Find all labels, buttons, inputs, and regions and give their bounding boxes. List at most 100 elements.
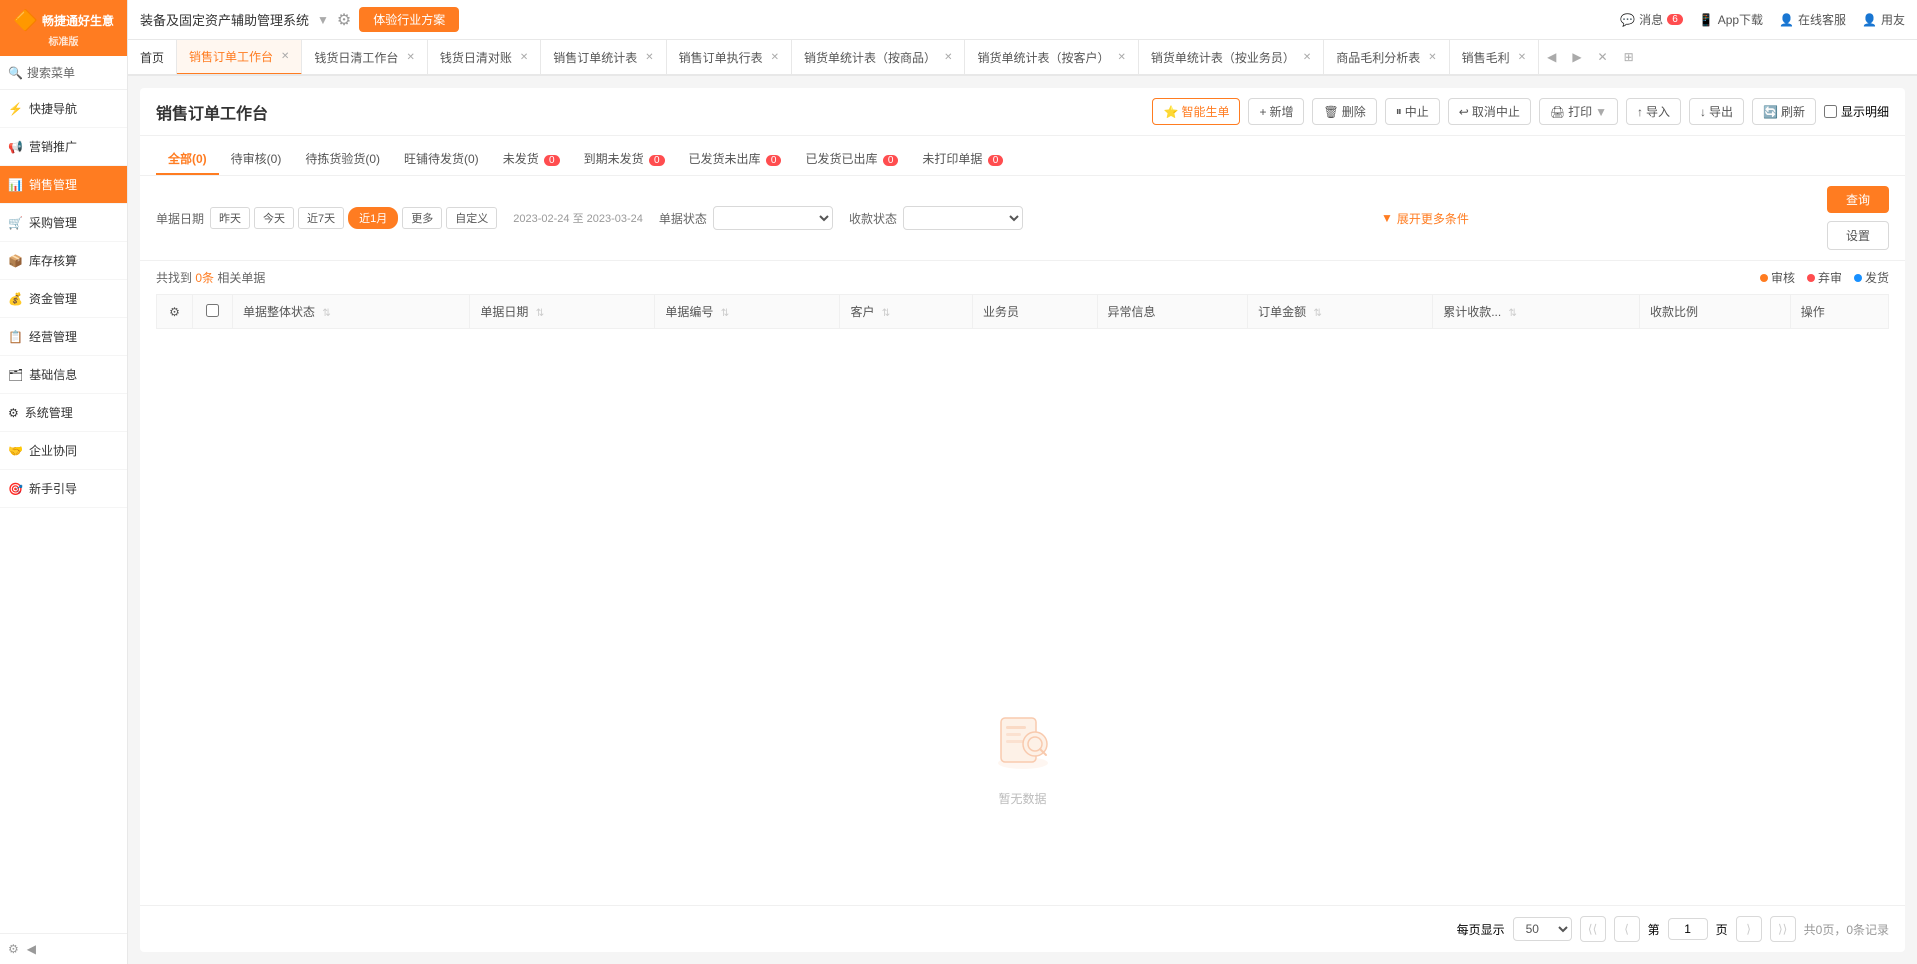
date-btn-today[interactable]: 今天 xyxy=(254,207,294,229)
batch-cancel-btn[interactable]: 弃审 xyxy=(1807,269,1842,286)
tab-sales-stat-staff-close[interactable]: ✕ xyxy=(1303,52,1311,63)
page-last-btn[interactable]: ⟩⟩ xyxy=(1770,916,1796,942)
tab-cash-daily-close[interactable]: ✕ xyxy=(406,52,414,63)
tab-sales-stat-staff[interactable]: 销货单统计表（按业务员） ✕ xyxy=(1139,40,1324,75)
tab-sales-stat-customer[interactable]: 销货单统计表（按客户） ✕ xyxy=(965,40,1138,75)
sort-date-icon[interactable]: ⇅ xyxy=(536,308,544,319)
th-settings[interactable]: ⚙ xyxy=(157,295,193,329)
online-service-action[interactable]: 👤 在线客服 xyxy=(1779,11,1846,28)
topbar-gear-icon[interactable]: ⚙ xyxy=(337,10,351,30)
cancel-pause-button[interactable]: ↩ 取消中止 xyxy=(1448,98,1531,125)
date-btn-more[interactable]: 更多 xyxy=(402,207,442,229)
subtab-pending-check[interactable]: 待拣货验货(0) xyxy=(293,144,392,175)
tab-sales-gross-close[interactable]: ✕ xyxy=(1518,52,1526,63)
show-detail-checkbox[interactable] xyxy=(1824,105,1837,118)
date-btn-custom[interactable]: 自定义 xyxy=(446,207,497,229)
sidebar-item-inventory[interactable]: 📦 库存核算 xyxy=(0,242,127,280)
export-button[interactable]: ↓ 导出 xyxy=(1689,98,1744,125)
tab-sales-stat-customer-close[interactable]: ✕ xyxy=(1117,52,1125,63)
tab-sales-stat-product[interactable]: 销货单统计表（按商品） ✕ xyxy=(792,40,965,75)
orders-table: ⚙ 单据整体状态 ⇅ 单据日期 ⇅ xyxy=(156,294,1889,329)
tab-cash-daily[interactable]: 钱货日清工作台 ✕ xyxy=(302,40,427,75)
date-btn-yesterday[interactable]: 昨天 xyxy=(210,207,250,229)
subtab-expired-not-shipped[interactable]: 到期未发货 0 xyxy=(572,144,677,175)
pause-button[interactable]: ⏸ 中止 xyxy=(1385,98,1440,125)
th-checkbox[interactable] xyxy=(193,295,233,329)
sidebar-item-system[interactable]: ⚙ 系统管理 xyxy=(0,394,127,432)
sort-number-icon[interactable]: ⇅ xyxy=(721,308,729,319)
subtab-pending-review[interactable]: 待审核(0) xyxy=(219,144,294,175)
topbar-dropdown-icon[interactable]: ▼ xyxy=(317,13,329,27)
tab-sales-workbench-close[interactable]: ✕ xyxy=(281,51,289,62)
tab-sales-stat-close[interactable]: ✕ xyxy=(645,52,653,63)
tab-sales-exec[interactable]: 销售订单执行表 ✕ xyxy=(667,40,792,75)
refresh-icon: 🔄 xyxy=(1763,105,1778,119)
page-prev-btn[interactable]: ⟨ xyxy=(1614,916,1640,942)
tab-prev-btn[interactable]: ◀ xyxy=(1539,40,1564,75)
tab-home[interactable]: 首页 xyxy=(128,40,177,75)
refresh-button[interactable]: 🔄 刷新 xyxy=(1752,98,1816,125)
sidebar-item-quick-nav[interactable]: ⚡ 快捷导航 xyxy=(0,90,127,128)
search-menu[interactable]: 🔍 搜索菜单 xyxy=(0,56,127,90)
sidebar-item-enterprise[interactable]: 🤝 企业协同 xyxy=(0,432,127,470)
subtab-shipped-not-warehoused[interactable]: 已发货未出库 0 xyxy=(677,144,794,175)
delete-button[interactable]: 🗑 删除 xyxy=(1312,98,1376,125)
user-action[interactable]: 👤 用友 xyxy=(1862,11,1905,28)
print-button[interactable]: 🖨 打印 ▼ xyxy=(1539,98,1618,125)
date-btn-7days[interactable]: 近7天 xyxy=(298,207,344,229)
app-download-action[interactable]: 📱 App下载 xyxy=(1699,11,1763,28)
query-button[interactable]: 查询 xyxy=(1827,186,1889,213)
message-action[interactable]: 💬 消息 6 xyxy=(1620,11,1683,28)
subtab-wangpu[interactable]: 旺铺待发货(0) xyxy=(392,144,491,175)
date-btn-1month[interactable]: 近1月 xyxy=(348,207,398,229)
user-name-label: 用友 xyxy=(1881,11,1905,28)
subtab-not-shipped[interactable]: 未发货 0 xyxy=(491,144,572,175)
solution-button[interactable]: 体验行业方案 xyxy=(359,7,459,32)
payment-select[interactable] xyxy=(903,206,1023,230)
sidebar-item-marketing[interactable]: 📢 营销推广 xyxy=(0,128,127,166)
page-input[interactable] xyxy=(1668,918,1708,940)
sidebar-item-sales[interactable]: 📊 销售管理 xyxy=(0,166,127,204)
tab-sales-stat[interactable]: 销售订单统计表 ✕ xyxy=(541,40,666,75)
subtab-shipped-warehoused[interactable]: 已发货已出库 0 xyxy=(793,144,910,175)
sidebar-item-guide[interactable]: 🎯 新手引导 xyxy=(0,470,127,508)
page-size-select[interactable]: 50 10 20 100 xyxy=(1513,917,1572,941)
tab-sales-exec-close[interactable]: ✕ xyxy=(771,52,779,63)
import-button[interactable]: ↑ 导入 xyxy=(1626,98,1681,125)
tab-expand-btn[interactable]: ⊞ xyxy=(1616,40,1642,75)
select-all-checkbox[interactable] xyxy=(206,304,219,317)
page-next-btn[interactable]: ⟩ xyxy=(1736,916,1762,942)
tab-close-all-btn[interactable]: ✕ xyxy=(1590,40,1616,75)
table-header-row: ⚙ 单据整体状态 ⇅ 单据日期 ⇅ xyxy=(157,295,1889,329)
tab-cash-reconcile[interactable]: 钱货日清对账 ✕ xyxy=(428,40,541,75)
batch-ship-btn[interactable]: 发货 xyxy=(1854,269,1889,286)
sidebar-item-finance[interactable]: 💰 资金管理 xyxy=(0,280,127,318)
sidebar-item-purchase[interactable]: 🛒 采购管理 xyxy=(0,204,127,242)
tab-next-btn[interactable]: ▶ xyxy=(1564,40,1589,75)
sort-collected-icon[interactable]: ⇅ xyxy=(1509,308,1517,319)
tab-cash-reconcile-close[interactable]: ✕ xyxy=(520,52,528,63)
add-button[interactable]: + 新增 xyxy=(1248,98,1304,125)
page-first-btn[interactable]: ⟨⟨ xyxy=(1580,916,1606,942)
sidebar-item-operation[interactable]: 📋 经营管理 xyxy=(0,318,127,356)
expand-filter-btn[interactable]: ▼ 展开更多条件 xyxy=(1381,210,1469,227)
sort-amount-icon[interactable]: ⇅ xyxy=(1314,308,1322,319)
tab-product-margin-close[interactable]: ✕ xyxy=(1428,52,1436,63)
sidebar-item-base[interactable]: 🗂 基础信息 xyxy=(0,356,127,394)
subtab-not-printed[interactable]: 未打印单据 0 xyxy=(910,144,1015,175)
sort-status-icon[interactable]: ⇅ xyxy=(322,308,330,319)
star-icon: ⭐ xyxy=(1163,105,1178,119)
tab-sales-gross[interactable]: 销售毛利 ✕ xyxy=(1450,40,1539,75)
subtab-all[interactable]: 全部(0) xyxy=(156,144,219,175)
batch-review-btn[interactable]: 审核 xyxy=(1760,269,1795,286)
show-detail-toggle[interactable]: 显示明细 xyxy=(1824,103,1889,120)
tab-product-margin[interactable]: 商品毛利分析表 ✕ xyxy=(1324,40,1449,75)
status-select[interactable] xyxy=(713,206,833,230)
sort-customer-icon[interactable]: ⇅ xyxy=(882,308,890,319)
tab-sales-workbench[interactable]: 销售订单工作台 ✕ xyxy=(177,40,302,75)
settings-icon[interactable]: ⚙ xyxy=(8,942,19,956)
collapse-icon[interactable]: ◀ xyxy=(27,942,36,956)
smart-create-button[interactable]: ⭐ 智能生单 xyxy=(1152,98,1240,125)
set-button[interactable]: 设置 xyxy=(1827,221,1889,250)
tab-sales-stat-product-close[interactable]: ✕ xyxy=(944,52,952,63)
